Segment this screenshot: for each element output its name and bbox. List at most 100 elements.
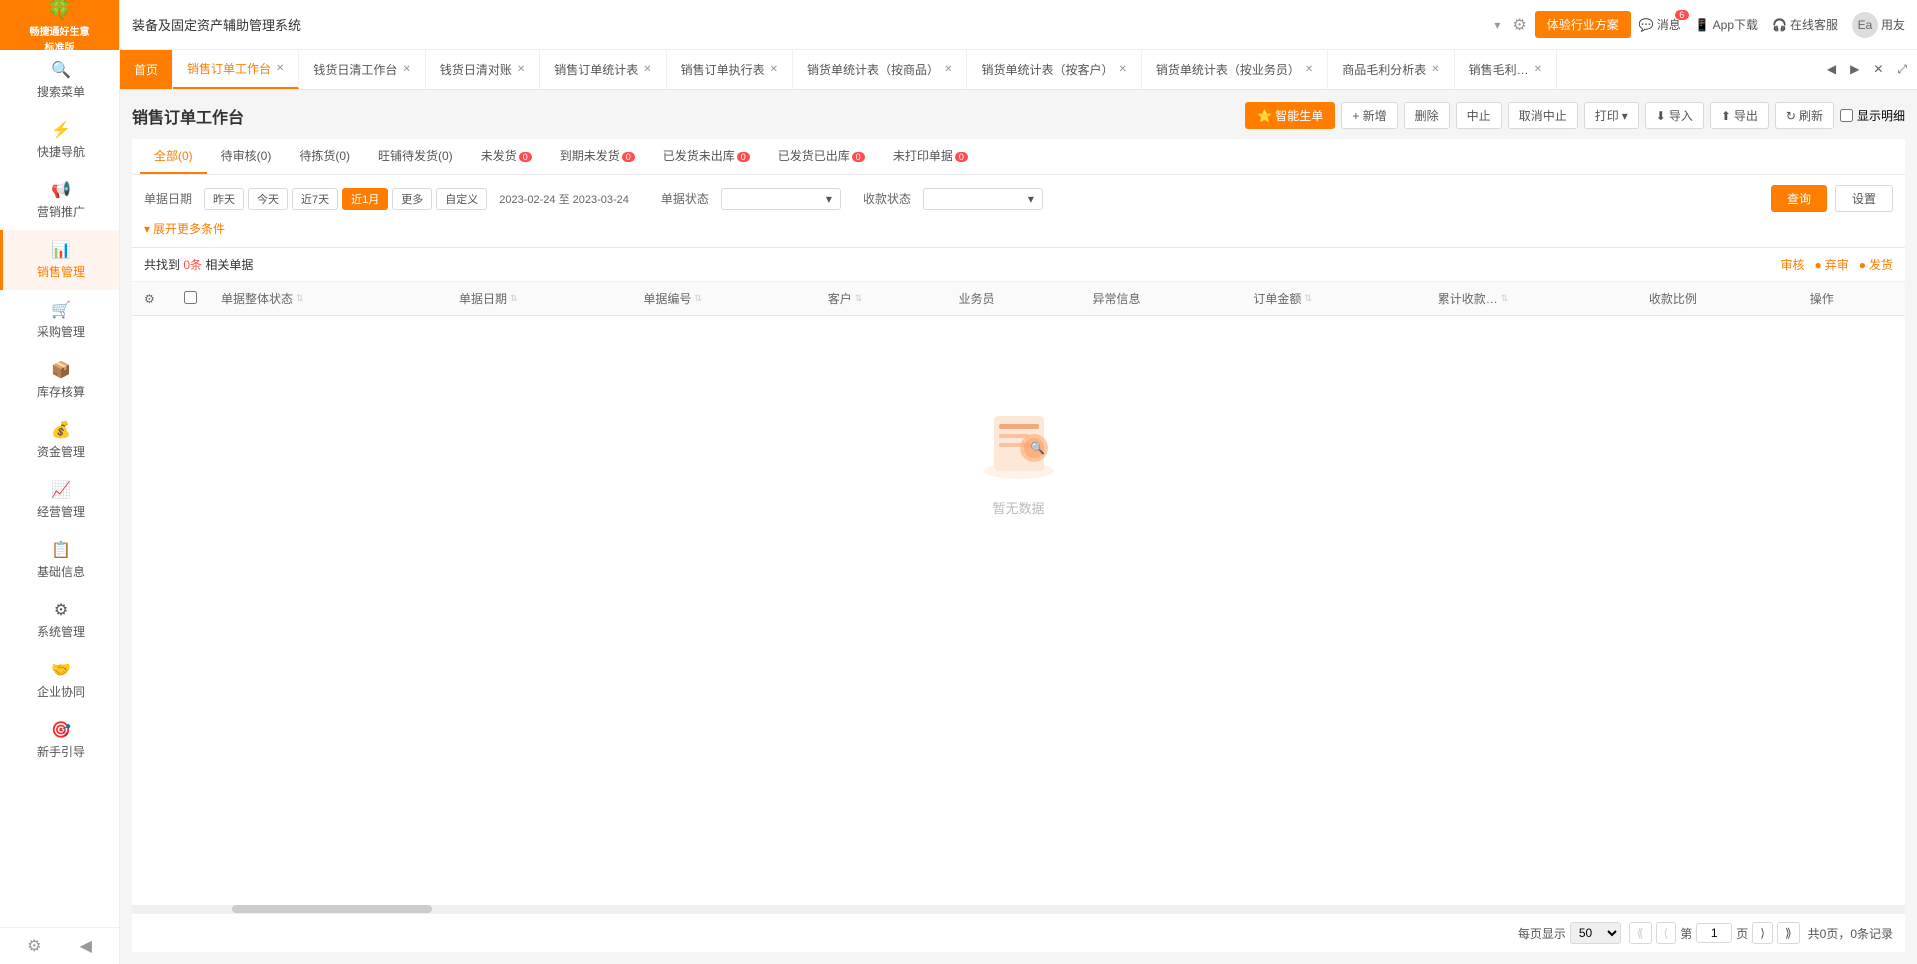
tab-goods-stat[interactable]: 销货单统计表（按商品）✕ [793, 50, 967, 89]
nav-icon-quick-nav: ⚡ [51, 120, 71, 140]
settings-col-icon[interactable]: ⚙ [144, 292, 155, 306]
per-page-select[interactable]: 50 10 20 100 [1570, 922, 1621, 944]
tab-label-cash-daily: 钱货日清工作台 [313, 61, 397, 78]
page-next-btn[interactable]: ⟩ [1752, 922, 1773, 944]
sidebar-item-enterprise[interactable]: 🤝 企业协同 [0, 650, 119, 710]
sidebar-item-basic[interactable]: 📋 基础信息 [0, 530, 119, 590]
cancel-stop-btn[interactable]: 取消中止 [1508, 102, 1578, 129]
sub-tab-到期未发货[interactable]: 到期未发货0 [546, 139, 649, 174]
date-btn-昨天[interactable]: 昨天 [204, 188, 244, 210]
reject-btn[interactable]: ● 弃审 [1814, 256, 1848, 273]
audit-btn[interactable]: 审核 [1780, 256, 1804, 273]
sidebar-item-quick-nav[interactable]: ⚡ 快捷导航 [0, 110, 119, 170]
tab-customer-stat[interactable]: 销货单统计表（按客户） ✕ [967, 50, 1141, 89]
query-btn[interactable]: 查询 [1771, 185, 1827, 212]
sidebar-item-system[interactable]: ⚙ 系统管理 [0, 590, 119, 650]
sidebar-item-finance[interactable]: 💰 资金管理 [0, 410, 119, 470]
page-first-btn[interactable]: ⟪ [1629, 922, 1652, 944]
date-btn-自定义[interactable]: 自定义 [436, 188, 487, 210]
th-date: 单据日期⇅ [447, 282, 631, 316]
tab-sales-order[interactable]: 销售订单工作台✕ [173, 50, 299, 89]
page-input[interactable] [1696, 923, 1732, 943]
add-btn[interactable]: + 新增 [1341, 102, 1397, 129]
sub-tab-未发货[interactable]: 未发货0 [467, 139, 546, 174]
page-last-btn[interactable]: ⟫ [1777, 922, 1800, 944]
tab-cash-reconcile[interactable]: 钱货日清对账✕ [426, 50, 540, 89]
payment-select[interactable]: ▾ [923, 188, 1043, 210]
smart-create-btn[interactable]: ⭐ 智能生单 [1245, 102, 1335, 129]
tab-close-profit-analysis[interactable]: ✕ [1431, 64, 1439, 75]
tab-prev-icon[interactable]: ◀ [1821, 58, 1842, 81]
message-icon-item[interactable]: 💬 消息 6 [1639, 16, 1681, 33]
tab-next-icon[interactable]: ▶ [1844, 58, 1865, 81]
table-head: ⚙ 单据整体状态⇅ 单据日期⇅ 单据编号⇅ 客户⇅ 业务员 异常信息 订单金额⇅ [132, 282, 1905, 316]
export-btn[interactable]: ⬆ 导出 [1710, 102, 1769, 129]
industry-btn[interactable]: 体验行业方案 [1535, 11, 1631, 38]
sub-tab-待审核[interactable]: 待审核(0) [207, 139, 286, 174]
delete-btn[interactable]: 删除 [1404, 102, 1450, 129]
detail-checkbox[interactable] [1840, 109, 1853, 122]
date-btn-近1月[interactable]: 近1月 [342, 188, 388, 210]
ship-btn[interactable]: ● 发货 [1859, 256, 1893, 273]
select-all-checkbox[interactable] [184, 291, 197, 304]
tab-close-sales-profit[interactable]: ✕ [1534, 64, 1542, 75]
sidebar-item-purchase[interactable]: 🛒 采购管理 [0, 290, 119, 350]
tab-close-goods-stat[interactable]: ✕ [944, 64, 952, 75]
tab-close-cash-reconcile[interactable]: ✕ [517, 64, 525, 75]
sidebar-item-search[interactable]: 🔍 搜索菜单 [0, 50, 119, 110]
status-select[interactable]: ▾ [721, 188, 841, 210]
import-btn[interactable]: ⬇ 导入 [1645, 102, 1704, 129]
tab-profit-analysis[interactable]: 商品毛利分析表✕ [1328, 50, 1454, 89]
setting-btn[interactable]: 设置 [1835, 185, 1893, 212]
tab-close-cash-daily[interactable]: ✕ [402, 64, 410, 75]
tab-home[interactable]: 首页 [120, 50, 173, 89]
tab-cash-daily[interactable]: 钱货日清工作台 ✕ [299, 50, 425, 89]
tab-close-salesman-stat[interactable]: ✕ [1305, 64, 1313, 75]
stop-btn[interactable]: 中止 [1456, 102, 1502, 129]
date-btn-近7天[interactable]: 近7天 [292, 188, 338, 210]
tab-sales-profit[interactable]: 销售毛利…✕ [1455, 50, 1557, 89]
settings-icon[interactable]: ⚙ [27, 936, 41, 956]
sub-tab-已发货未出库[interactable]: 已发货未出库0 [649, 139, 764, 174]
tab-label-customer-stat: 销货单统计表（按客户） [981, 61, 1113, 78]
tab-close-sales-stat[interactable]: ✕ [643, 64, 651, 75]
refresh-btn[interactable]: ↻ 刷新 [1775, 102, 1834, 129]
detail-checkbox-label[interactable]: 显示明细 [1840, 107, 1905, 124]
tab-sales-stat[interactable]: 销售订单统计表✕ [540, 50, 666, 89]
settings-icon[interactable]: ⚙ [1512, 15, 1526, 35]
tab-close-all-icon[interactable]: ✕ [1867, 58, 1889, 81]
date-btn-今天[interactable]: 今天 [248, 188, 288, 210]
horizontal-scrollbar[interactable] [132, 905, 1905, 913]
online-support-item[interactable]: 🎧 在线客服 [1772, 16, 1838, 33]
collapse-icon[interactable]: ◀ [80, 936, 92, 956]
tab-close-sales-order[interactable]: ✕ [276, 63, 284, 74]
tab-close-customer-stat[interactable]: ✕ [1118, 64, 1126, 75]
tab-close-sales-exec[interactable]: ✕ [770, 64, 778, 75]
tab-salesman-stat[interactable]: 销货单统计表（按业务员）✕ [1142, 50, 1328, 89]
date-btn-更多[interactable]: 更多 [392, 188, 432, 210]
app-download-item[interactable]: 📱 App下载 [1695, 16, 1758, 33]
table-actions: 审核 ● 弃审 ● 发货 [1780, 256, 1893, 273]
sub-tab-已发货已出库[interactable]: 已发货已出库0 [764, 139, 879, 174]
print-btn[interactable]: 打印 ▾ [1584, 102, 1639, 129]
nav-label-operation: 经营管理 [37, 503, 85, 520]
nav-icon-enterprise: 🤝 [51, 660, 71, 680]
sidebar-item-marketing[interactable]: 📢 营销推广 [0, 170, 119, 230]
expand-more-btn[interactable]: ▾ 展开更多条件 [144, 220, 1893, 237]
dropdown-icon[interactable]: ▾ [1494, 18, 1500, 32]
sub-tab-全部[interactable]: 全部(0) [140, 139, 207, 174]
sub-tab-旺铺待发货[interactable]: 旺铺待发货(0) [364, 139, 467, 174]
scrollbar-thumb[interactable] [232, 905, 432, 913]
tab-sales-exec[interactable]: 销售订单执行表✕ [667, 50, 793, 89]
page-prev-btn[interactable]: ⟨ [1656, 922, 1677, 944]
sub-tab-待拣货[interactable]: 待拣货(0) [285, 139, 364, 174]
sidebar-item-operation[interactable]: 📈 经营管理 [0, 470, 119, 530]
detail-label: 显示明细 [1857, 107, 1905, 124]
tab-expand-icon[interactable]: ⤢ [1891, 58, 1913, 81]
user-item[interactable]: Ea 用友 [1852, 12, 1905, 38]
sub-tab-未打印单据[interactable]: 未打印单据0 [879, 139, 982, 174]
sidebar-item-inventory[interactable]: 📦 库存核算 [0, 350, 119, 410]
sidebar-item-sales[interactable]: 📊 销售管理 [0, 230, 119, 290]
page-title: 销售订单工作台 [132, 104, 244, 128]
sidebar-item-guide[interactable]: 🎯 新手引导 [0, 710, 119, 770]
